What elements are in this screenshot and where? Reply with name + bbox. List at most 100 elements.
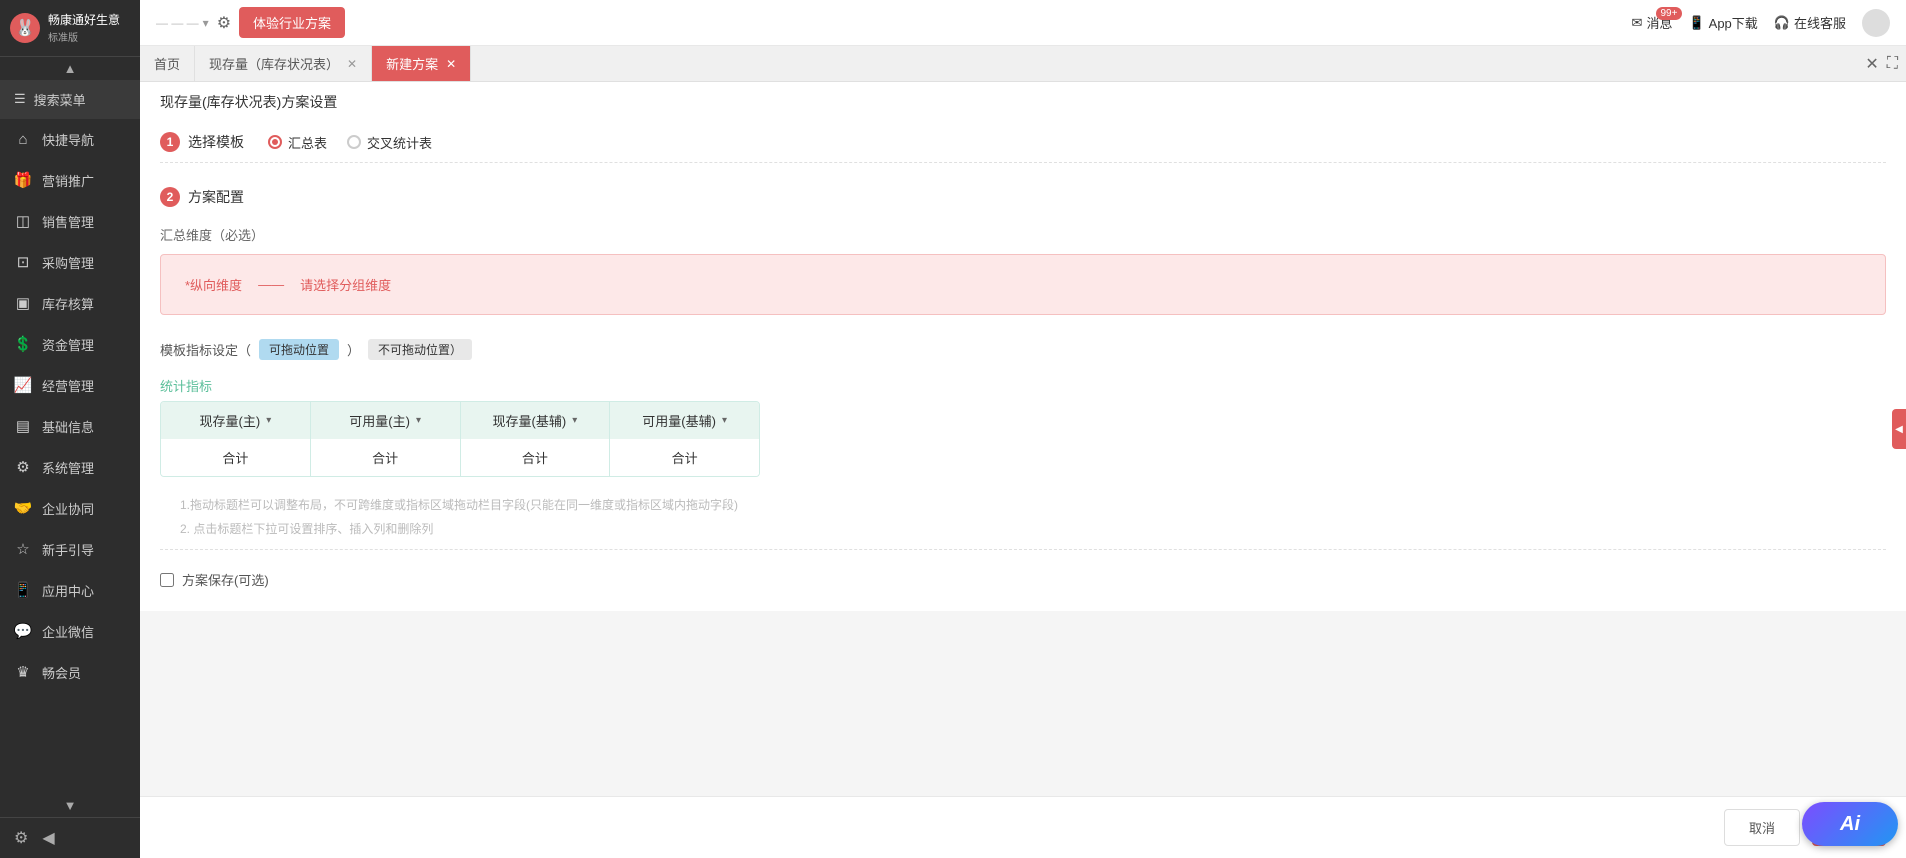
save-checkbox[interactable] bbox=[160, 573, 174, 587]
app-download-button[interactable]: 📱 App下载 bbox=[1688, 13, 1757, 32]
sidebar-bottom: ⚙ ◀ bbox=[0, 817, 140, 858]
radio-cross-label: 交叉统计表 bbox=[367, 133, 432, 152]
stats-col-2[interactable]: 可用量(主) ▾ bbox=[311, 402, 461, 439]
sidebar-item-quick-nav[interactable]: ⌂ 快捷导航 bbox=[0, 119, 140, 160]
indicator-middle-text: ） bbox=[347, 340, 360, 359]
collapse-icon[interactable]: ◀ bbox=[42, 828, 54, 848]
sidebar-nav: ☰ 搜索菜单 ⌂ 快捷导航 🎁 营销推广 ◫ 销售管理 ⊡ 采购管理 ▣ 库存核… bbox=[0, 80, 140, 794]
expand-panel-icon[interactable]: ⛶ bbox=[1887, 55, 1898, 73]
radio-summary[interactable]: 汇总表 bbox=[268, 133, 327, 152]
topbar-left: — — — ▾ ⚙ 体验行业方案 bbox=[156, 7, 1622, 38]
stats-header-row: 现存量(主) ▾ 可用量(主) ▾ 现存量(基辅) ▾ 可用量(基辅) bbox=[161, 402, 759, 439]
settings-icon[interactable]: ⚙ bbox=[14, 828, 28, 848]
stats-section: 统计指标 现存量(主) ▾ 可用量(主) ▾ 现存量(基辅) bbox=[160, 376, 1886, 477]
template-radio-group: 汇总表 交叉统计表 bbox=[268, 133, 432, 152]
close-panel-icon[interactable]: ✕ bbox=[1865, 54, 1878, 74]
stats-col-4[interactable]: 可用量(基辅) ▾ bbox=[610, 402, 759, 439]
service-label: 在线客服 bbox=[1794, 13, 1846, 32]
sidebar-item-system[interactable]: ⚙ 系统管理 bbox=[0, 447, 140, 488]
tab-inventory-close[interactable]: ✕ bbox=[347, 57, 357, 71]
dimension-box: *纵向维度 —— 请选择分组维度 bbox=[160, 254, 1886, 315]
step2-num: 2 bbox=[160, 187, 180, 207]
sidebar-item-label: 资金管理 bbox=[42, 335, 94, 354]
dimension-dash: —— bbox=[258, 277, 284, 292]
col2-chevron-icon: ▾ bbox=[416, 415, 421, 426]
sidebar-item-corp[interactable]: 🤝 企业协同 bbox=[0, 488, 140, 529]
phone-icon: 📱 bbox=[1688, 15, 1704, 31]
section-divider bbox=[160, 549, 1886, 550]
tab-inventory-status[interactable]: 现存量（库存状况表） ✕ bbox=[195, 46, 372, 81]
sidebar-item-search-menu[interactable]: ☰ 搜索菜单 bbox=[0, 80, 140, 119]
gear-icon[interactable]: ⚙ bbox=[217, 13, 231, 33]
sidebar-item-basic-info[interactable]: ▤ 基础信息 bbox=[0, 406, 140, 447]
sidebar-logo: 🐰 畅康通好生意 标准版 bbox=[0, 0, 140, 57]
step1-divider bbox=[160, 162, 1886, 163]
sidebar-item-label: 销售管理 bbox=[42, 212, 94, 231]
sales-icon: ◫ bbox=[14, 212, 32, 230]
trial-button[interactable]: 体验行业方案 bbox=[239, 7, 345, 38]
col3-chevron-icon: ▾ bbox=[572, 415, 577, 426]
footer: 取消 查询 bbox=[140, 796, 1906, 858]
sidebar-item-app-center[interactable]: 📱 应用中心 bbox=[0, 570, 140, 611]
stats-col-1[interactable]: 现存量(主) ▾ bbox=[161, 402, 311, 439]
sidebar-item-label: 应用中心 bbox=[42, 581, 94, 600]
sidebar-item-operations[interactable]: 📈 经营管理 bbox=[0, 365, 140, 406]
radio-summary-dot bbox=[268, 135, 282, 149]
step1-header: 1 选择模板 汇总表 交叉统计表 bbox=[160, 118, 1886, 162]
settings-section: 现存量(库存状况表)方案设置 1 选择模板 汇总表 交叉统计表 bbox=[140, 82, 1906, 611]
dimension-inner: *纵向维度 —— 请选择分组维度 bbox=[185, 275, 1861, 294]
indicator-draggable-badge: 可拖动位置 bbox=[259, 339, 339, 360]
service-button[interactable]: 🎧 在线客服 bbox=[1774, 13, 1846, 32]
radio-cross[interactable]: 交叉统计表 bbox=[347, 133, 432, 152]
indicator-non-draggable-badge: 不可拖动位置） bbox=[368, 339, 472, 360]
scroll-down-arrow[interactable]: ▼ bbox=[0, 794, 140, 817]
finance-icon: 💲 bbox=[14, 335, 32, 353]
stats-col-2-label: 可用量(主) bbox=[349, 411, 410, 430]
sidebar-item-inventory[interactable]: ▣ 库存核算 bbox=[0, 283, 140, 324]
app-label: App下载 bbox=[1709, 13, 1758, 32]
expand-handle[interactable]: ◀ bbox=[1892, 409, 1906, 449]
ai-bubble[interactable]: Ai bbox=[1802, 802, 1898, 846]
message-button[interactable]: ✉ 消息 99+ bbox=[1632, 13, 1673, 32]
summary-dimension-label: 汇总维度（必选） bbox=[160, 217, 1886, 254]
step1-num: 1 bbox=[160, 132, 180, 152]
avatar[interactable] bbox=[1862, 9, 1890, 37]
sidebar-item-newbie[interactable]: ☆ 新手引导 bbox=[0, 529, 140, 570]
stats-col-3[interactable]: 现存量(基辅) ▾ bbox=[461, 402, 611, 439]
scroll-up-arrow[interactable]: ▲ bbox=[0, 57, 140, 80]
tab-home[interactable]: 首页 bbox=[140, 46, 195, 81]
sidebar-item-wechat[interactable]: 💬 企业微信 bbox=[0, 611, 140, 652]
menu-icon: ☰ bbox=[14, 91, 26, 107]
breadcrumb: — — — ▾ bbox=[156, 16, 209, 30]
cancel-button[interactable]: 取消 bbox=[1724, 809, 1800, 846]
dimension-placeholder[interactable]: 请选择分组维度 bbox=[300, 275, 391, 294]
sidebar-item-finance[interactable]: 💲 资金管理 bbox=[0, 324, 140, 365]
gift-icon: 🎁 bbox=[14, 171, 32, 189]
system-icon: ⚙ bbox=[14, 458, 32, 476]
info-icon: ▤ bbox=[14, 417, 32, 435]
stats-label: 统计指标 bbox=[160, 376, 1886, 395]
sidebar-item-member[interactable]: ♛ 畅会员 bbox=[0, 652, 140, 693]
sidebar-item-sales[interactable]: ◫ 销售管理 bbox=[0, 201, 140, 242]
tab-inventory-label: 现存量（库存状况表） bbox=[209, 54, 339, 73]
topbar: — — — ▾ ⚙ 体验行业方案 ✉ 消息 99+ 📱 App下载 🎧 在线客服 bbox=[140, 0, 1906, 46]
stats-col-1-label: 现存量(主) bbox=[200, 411, 261, 430]
logo-text: 畅康通好生意 标准版 bbox=[48, 12, 120, 44]
home-icon: ⌂ bbox=[14, 130, 32, 148]
step2-label: 方案配置 bbox=[188, 187, 244, 207]
sidebar-item-marketing[interactable]: 🎁 营销推广 bbox=[0, 160, 140, 201]
sidebar-item-purchase[interactable]: ⊡ 采购管理 bbox=[0, 242, 140, 283]
sidebar-item-label: 畅会员 bbox=[42, 663, 81, 682]
newbie-icon: ☆ bbox=[14, 540, 32, 558]
message-badge: 99+ bbox=[1656, 7, 1683, 20]
tab-home-label: 首页 bbox=[154, 54, 180, 73]
save-row: 方案保存(可选) bbox=[160, 560, 1886, 595]
tip-2: 2. 点击标题栏下拉可设置排序、插入列和删除列 bbox=[160, 517, 1886, 541]
tip-1: 1.拖动标题栏可以调整布局，不可跨维度或指标区域拖动栏目字段(只能在同一维度或指… bbox=[160, 493, 1886, 517]
sidebar-item-label: 基础信息 bbox=[42, 417, 94, 436]
step2-header: 2 方案配置 bbox=[160, 173, 1886, 217]
breadcrumb-text: — — — bbox=[156, 16, 199, 30]
stats-data-4: 合计 bbox=[610, 439, 759, 476]
tab-new-scheme-close[interactable]: ✕ bbox=[446, 57, 456, 71]
tab-new-scheme[interactable]: 新建方案 ✕ bbox=[372, 46, 471, 81]
